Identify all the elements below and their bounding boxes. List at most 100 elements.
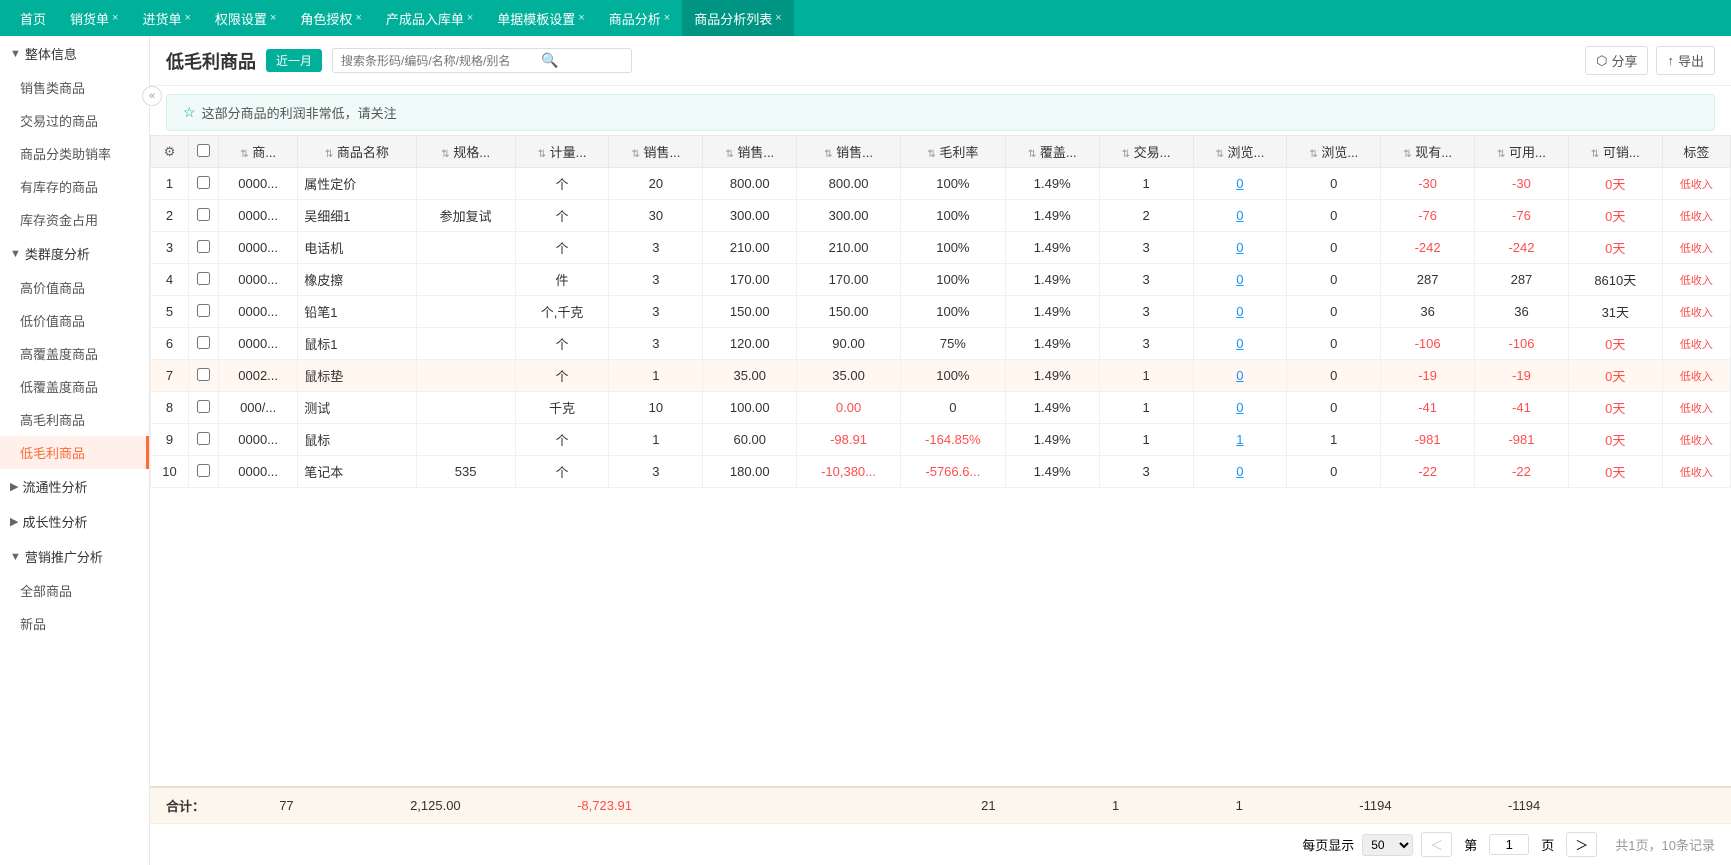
sidebar-group-marketing[interactable]: ▼ 营销推广分析 [0, 539, 149, 574]
row-checkbox[interactable] [189, 392, 219, 424]
col-gross-margin-header[interactable]: ⇅ 毛利率 [900, 136, 1005, 168]
row-available: -22 [1475, 456, 1569, 488]
page-label: 页 [1541, 835, 1554, 854]
col-sales-qty-header[interactable]: ⇅ 销售... [609, 136, 703, 168]
row-checkbox[interactable] [189, 296, 219, 328]
sidebar-group-flow[interactable]: ▶ 流通性分析 [0, 469, 149, 504]
nav-product-analysis[interactable]: 商品分析× [597, 0, 682, 36]
sidebar-item-category-rate[interactable]: 商品分类助销率 [0, 137, 149, 170]
sidebar-item-high-coverage[interactable]: 高覆盖度商品 [0, 337, 149, 370]
sort-icon: ⇅ [240, 149, 248, 160]
sidebar-item-stock-goods[interactable]: 有库存的商品 [0, 170, 149, 203]
settings-column-header[interactable]: ⚙ [151, 136, 189, 168]
row-gross-margin: 100% [900, 168, 1005, 200]
col-unit-header[interactable]: ⇅ 计量... [515, 136, 609, 168]
col-coverage-header[interactable]: ⇅ 覆盖... [1005, 136, 1099, 168]
period-button[interactable]: 近一月 [266, 49, 322, 72]
sidebar-item-traded-goods[interactable]: 交易过的商品 [0, 104, 149, 137]
col-browse2-header[interactable]: ⇅ 浏览... [1287, 136, 1381, 168]
row-coverage: 1.49% [1005, 264, 1099, 296]
share-button[interactable]: ⬡ 分享 [1585, 46, 1648, 75]
col-sales-amount-header[interactable]: ⇅ 销售... [797, 136, 901, 168]
content-area: 低毛利商品 近一月 🔍 ⬡ 分享 ↑ 导出 ☆ 这部分商品的利润非常低，请关注 [150, 36, 1731, 865]
row-current-stock: -981 [1381, 424, 1475, 456]
sidebar-group-overall[interactable]: ▼ 整体信息 [0, 36, 149, 71]
sidebar-item-high-value[interactable]: 高价值商品 [0, 271, 149, 304]
sidebar-group-growth[interactable]: ▶ 成长性分析 [0, 504, 149, 539]
col-browse1-header[interactable]: ⇅ 浏览... [1193, 136, 1287, 168]
col-trade-header[interactable]: ⇅ 交易... [1099, 136, 1193, 168]
row-checkbox[interactable] [189, 424, 219, 456]
close-icon[interactable]: × [467, 12, 473, 24]
row-browse1[interactable]: 1 [1193, 424, 1287, 456]
row-browse1[interactable]: 0 [1193, 392, 1287, 424]
row-browse1[interactable]: 0 [1193, 264, 1287, 296]
row-sales-price: 120.00 [703, 328, 797, 360]
next-page-button[interactable]: ＞ [1566, 832, 1597, 857]
search-input[interactable] [341, 54, 541, 68]
close-icon[interactable]: × [112, 12, 118, 24]
sidebar-item-all-goods[interactable]: 全部商品 [0, 574, 149, 607]
nav-home[interactable]: 首页 [8, 0, 58, 36]
close-icon[interactable]: × [270, 12, 276, 24]
col-code-header[interactable]: ⇅ 商... [219, 136, 298, 168]
sidebar-item-low-coverage[interactable]: 低覆盖度商品 [0, 370, 149, 403]
row-checkbox[interactable] [189, 232, 219, 264]
sidebar-item-stock-capital[interactable]: 库存资金占用 [0, 203, 149, 236]
row-checkbox[interactable] [189, 456, 219, 488]
sidebar-item-high-margin[interactable]: 高毛利商品 [0, 403, 149, 436]
col-current-stock-header[interactable]: ⇅ 现有... [1381, 136, 1475, 168]
row-checkbox[interactable] [189, 360, 219, 392]
sidebar-collapse-button[interactable]: « [142, 86, 162, 106]
row-checkbox[interactable] [189, 168, 219, 200]
nav-roles[interactable]: 角色授权× [288, 0, 373, 36]
close-icon[interactable]: × [578, 12, 584, 24]
table-row: 10 0000... 笔记本 535 个 3 180.00 -10,380...… [151, 456, 1731, 488]
row-browse1[interactable]: 0 [1193, 296, 1287, 328]
col-available-header[interactable]: ⇅ 可用... [1475, 136, 1569, 168]
row-trade-count: 3 [1099, 456, 1193, 488]
nav-product-entry[interactable]: 产成品入库单× [374, 0, 485, 36]
row-tag: 低收入 [1662, 200, 1730, 232]
row-checkbox[interactable] [189, 328, 219, 360]
close-icon[interactable]: × [184, 12, 190, 24]
close-icon[interactable]: × [664, 12, 670, 24]
row-no: 9 [151, 424, 189, 456]
col-sales-price-header[interactable]: ⇅ 销售... [703, 136, 797, 168]
row-browse1[interactable]: 0 [1193, 328, 1287, 360]
nav-purchase[interactable]: 进货单× [130, 0, 202, 36]
nav-sales[interactable]: 销货单× [58, 0, 130, 36]
nav-permissions[interactable]: 权限设置× [203, 0, 288, 36]
row-tag: 低收入 [1662, 264, 1730, 296]
checkbox-column-header [189, 136, 219, 168]
row-browse1[interactable]: 0 [1193, 360, 1287, 392]
nav-template[interactable]: 单据模板设置× [485, 0, 596, 36]
footer-browse2: 1 [1236, 798, 1243, 813]
per-page-select[interactable]: 50 20 100 [1362, 834, 1413, 856]
col-sellable-header[interactable]: ⇅ 可销... [1568, 136, 1662, 168]
nav-product-analysis-list[interactable]: 商品分析列表× [682, 0, 793, 36]
row-checkbox[interactable] [189, 200, 219, 232]
row-browse1[interactable]: 0 [1193, 200, 1287, 232]
row-no: 10 [151, 456, 189, 488]
col-spec-header[interactable]: ⇅ 规格... [416, 136, 515, 168]
page-number-input[interactable] [1489, 834, 1529, 855]
row-checkbox[interactable] [189, 264, 219, 296]
row-name: 测试 [298, 392, 416, 424]
sidebar-item-low-margin[interactable]: 低毛利商品 [0, 436, 149, 469]
sidebar-group-cluster[interactable]: ▼ 类群度分析 [0, 236, 149, 271]
row-browse1[interactable]: 0 [1193, 168, 1287, 200]
select-all-checkbox[interactable] [197, 144, 210, 157]
col-name-header[interactable]: ⇅ 商品名称 [298, 136, 416, 168]
sidebar-item-low-value[interactable]: 低价值商品 [0, 304, 149, 337]
sidebar-item-sales-goods[interactable]: 销售类商品 [0, 71, 149, 104]
close-icon[interactable]: × [775, 12, 781, 24]
row-browse1[interactable]: 0 [1193, 232, 1287, 264]
export-button[interactable]: ↑ 导出 [1656, 46, 1715, 75]
row-browse1[interactable]: 0 [1193, 456, 1287, 488]
sidebar-item-new-goods[interactable]: 新品 [0, 607, 149, 640]
search-icon[interactable]: 🔍 [541, 52, 558, 69]
close-icon[interactable]: × [355, 12, 361, 24]
prev-page-button[interactable]: ＜ [1421, 832, 1452, 857]
table-row: 5 0000... 铅笔1 个,千克 3 150.00 150.00 100% … [151, 296, 1731, 328]
